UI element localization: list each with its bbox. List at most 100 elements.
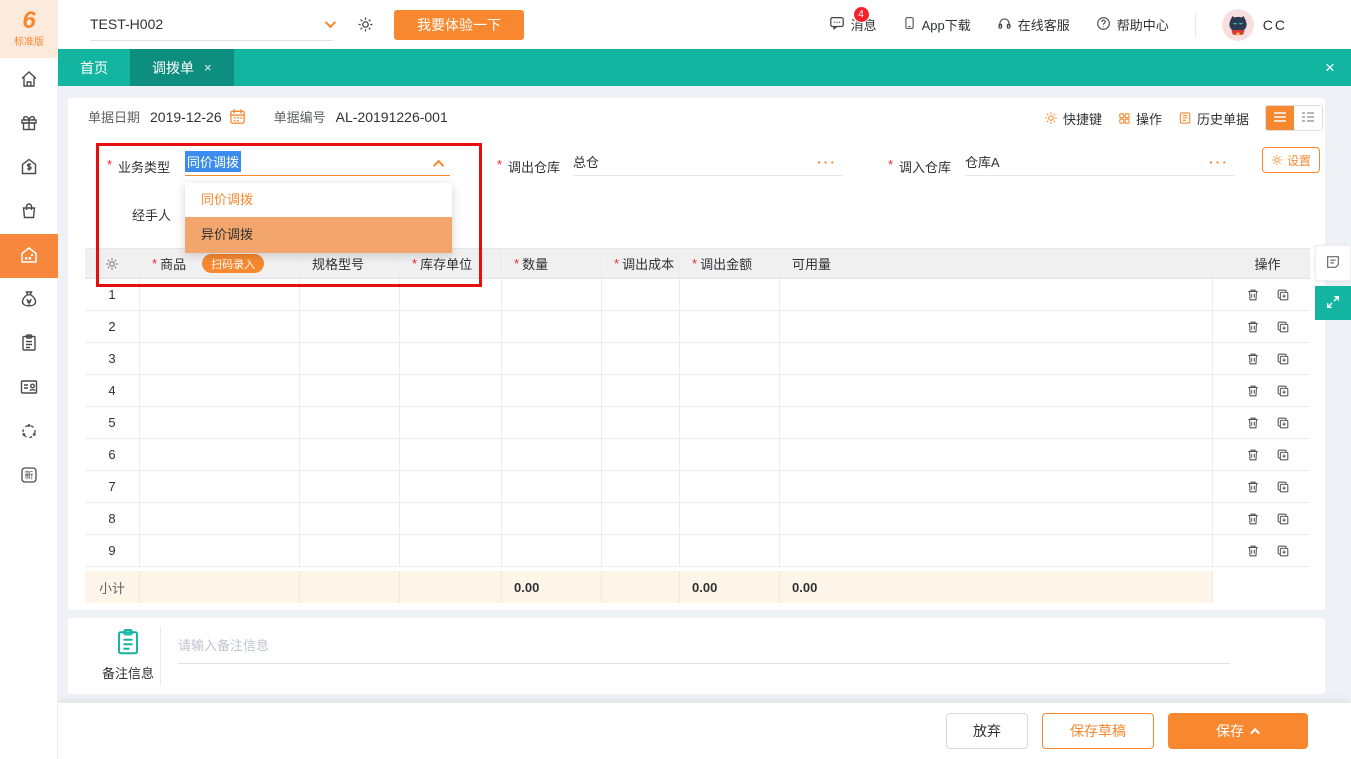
cell-out-amount[interactable] (680, 503, 780, 534)
sidebar-item-sales[interactable] (0, 146, 58, 190)
cell-qty[interactable] (502, 439, 602, 470)
copy-row-icon[interactable] (1276, 416, 1290, 430)
cell-out-amount[interactable] (680, 375, 780, 406)
cell-available[interactable] (780, 311, 1213, 342)
scan-entry-button[interactable]: 扫码录入 (202, 254, 265, 273)
cell-out-amount[interactable] (680, 311, 780, 342)
cell-spec[interactable] (300, 375, 400, 406)
cell-unit[interactable] (400, 375, 502, 406)
app-download-link[interactable]: App下载 (903, 15, 971, 34)
history-button[interactable]: 历史单据 (1178, 109, 1249, 128)
tab-transfer-order[interactable]: 调拨单 × (130, 49, 234, 86)
cell-out-amount[interactable] (680, 279, 780, 310)
in-warehouse-select[interactable]: 仓库A ··· (965, 148, 1235, 176)
tab-home[interactable]: 首页 (58, 49, 130, 86)
sidebar-item-purchase[interactable] (0, 190, 58, 234)
cell-spec[interactable] (300, 503, 400, 534)
cell-unit[interactable] (400, 439, 502, 470)
copy-row-icon[interactable] (1276, 384, 1290, 398)
help-center-link[interactable]: 帮助中心 (1096, 15, 1169, 34)
cell-product[interactable] (140, 375, 300, 406)
column-gear-icon[interactable] (105, 257, 119, 271)
copy-row-icon[interactable] (1276, 544, 1290, 558)
doc-date-value[interactable]: 2019-12-26 (150, 109, 222, 125)
cell-unit[interactable] (400, 311, 502, 342)
cell-qty[interactable] (502, 343, 602, 374)
actions-button[interactable]: 操作 (1118, 109, 1162, 128)
delete-row-icon[interactable] (1246, 384, 1260, 398)
list-view-button[interactable] (1266, 106, 1294, 130)
cell-unit[interactable] (400, 279, 502, 310)
cell-unit[interactable] (400, 343, 502, 374)
sidebar-item-inventory[interactable] (0, 234, 58, 278)
cell-spec[interactable] (300, 471, 400, 502)
cell-qty[interactable] (502, 279, 602, 310)
delete-row-icon[interactable] (1246, 544, 1260, 558)
cell-spec[interactable] (300, 279, 400, 310)
trial-button[interactable]: 我要体验一下 (394, 9, 524, 40)
delete-row-icon[interactable] (1246, 320, 1260, 334)
delete-row-icon[interactable] (1246, 288, 1260, 302)
cell-out-cost[interactable] (602, 343, 680, 374)
settings-gear-icon[interactable] (357, 16, 374, 33)
cell-out-amount[interactable] (680, 407, 780, 438)
cell-out-cost[interactable] (602, 279, 680, 310)
cell-out-cost[interactable] (602, 311, 680, 342)
cell-unit[interactable] (400, 407, 502, 438)
sidebar-item-contacts[interactable] (0, 366, 58, 410)
sidebar-item-home[interactable] (0, 58, 58, 102)
cell-available[interactable] (780, 375, 1213, 406)
cell-product[interactable] (140, 471, 300, 502)
copy-row-icon[interactable] (1276, 448, 1290, 462)
cell-spec[interactable] (300, 535, 400, 566)
in-warehouse-more-icon[interactable]: ··· (1209, 154, 1235, 170)
copy-row-icon[interactable] (1276, 352, 1290, 366)
tab-close-icon[interactable]: × (204, 60, 212, 75)
cell-spec[interactable] (300, 439, 400, 470)
messages-link[interactable]: 消息 4 (829, 6, 877, 34)
dropdown-option-equal-price[interactable]: 同价调拨 (185, 183, 452, 217)
business-type-select[interactable]: 同价调拨 (185, 148, 450, 176)
calendar-icon[interactable] (229, 108, 246, 125)
cell-out-amount[interactable] (680, 439, 780, 470)
cell-available[interactable] (780, 503, 1213, 534)
cell-product[interactable] (140, 311, 300, 342)
copy-row-icon[interactable] (1276, 512, 1290, 526)
cell-product[interactable] (140, 503, 300, 534)
cell-out-cost[interactable] (602, 375, 680, 406)
cell-available[interactable] (780, 535, 1213, 566)
copy-row-icon[interactable] (1276, 320, 1290, 334)
cell-qty[interactable] (502, 407, 602, 438)
sidebar-item-funds[interactable] (0, 278, 58, 322)
cell-product[interactable] (140, 279, 300, 310)
cell-qty[interactable] (502, 535, 602, 566)
cell-out-amount[interactable] (680, 343, 780, 374)
cell-product[interactable] (140, 343, 300, 374)
user-menu[interactable]: CC (1221, 8, 1287, 41)
cell-available[interactable] (780, 407, 1213, 438)
cell-qty[interactable] (502, 311, 602, 342)
remarks-input[interactable] (178, 638, 1230, 653)
cell-unit[interactable] (400, 471, 502, 502)
side-note-button[interactable] (1315, 245, 1351, 281)
cell-available[interactable] (780, 439, 1213, 470)
cell-product[interactable] (140, 439, 300, 470)
sidebar-item-documents[interactable] (0, 322, 58, 366)
cell-out-cost[interactable] (602, 535, 680, 566)
close-icon[interactable]: × (1309, 49, 1351, 86)
cell-available[interactable] (780, 279, 1213, 310)
cell-qty[interactable] (502, 471, 602, 502)
shortcuts-button[interactable]: 快捷键 (1044, 109, 1102, 128)
delete-row-icon[interactable] (1246, 416, 1260, 430)
delete-row-icon[interactable] (1246, 352, 1260, 366)
copy-row-icon[interactable] (1276, 480, 1290, 494)
cell-spec[interactable] (300, 311, 400, 342)
cell-available[interactable] (780, 343, 1213, 374)
account-select[interactable]: TEST-H002 (90, 9, 337, 41)
discard-button[interactable]: 放弃 (946, 713, 1028, 749)
dropdown-option-diff-price[interactable]: 异价调拨 (185, 217, 452, 253)
copy-row-icon[interactable] (1276, 288, 1290, 302)
cell-spec[interactable] (300, 407, 400, 438)
expand-button[interactable] (1315, 286, 1351, 320)
sidebar-item-new[interactable]: 新 (0, 454, 58, 498)
